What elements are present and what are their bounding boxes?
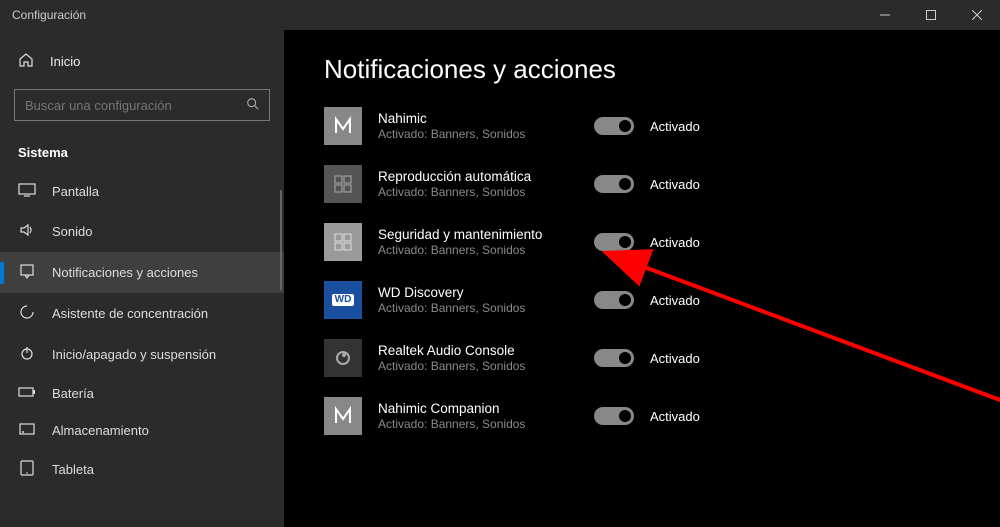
sidebar-item-asistente[interactable]: Asistente de concentración (0, 293, 284, 334)
app-name: Realtek Audio Console (378, 343, 578, 358)
sidebar-item-label: Inicio/apagado y suspensión (52, 347, 216, 362)
toggle-realtek[interactable] (594, 349, 634, 367)
app-status: Activado: Banners, Sonidos (378, 301, 578, 315)
sidebar-item-label: Notificaciones y acciones (52, 265, 198, 280)
app-row-reproduccion[interactable]: Reproducción automática Activado: Banner… (324, 165, 1000, 203)
search-icon (246, 97, 260, 114)
sidebar-item-almacenamiento[interactable]: Almacenamiento (0, 412, 284, 449)
main-content: Notificaciones y acciones Nahimic Activa… (284, 30, 1000, 527)
app-icon-nahimic-companion (324, 397, 362, 435)
window-title: Configuración (12, 8, 86, 22)
app-icon-realtek (324, 339, 362, 377)
sidebar-item-bateria[interactable]: Batería (0, 375, 284, 412)
toggle-wd[interactable] (594, 291, 634, 309)
toggle-label: Activado (650, 177, 700, 192)
app-icon-security (324, 223, 362, 261)
toggle-nahimic-companion[interactable] (594, 407, 634, 425)
app-status: Activado: Banners, Sonidos (378, 185, 578, 199)
home-button[interactable]: Inicio (0, 42, 284, 89)
toggle-seguridad[interactable] (594, 233, 634, 251)
tablet-icon (18, 460, 36, 479)
close-button[interactable] (954, 0, 1000, 30)
app-name: Nahimic (378, 111, 578, 126)
app-list: Nahimic Activado: Banners, Sonidos Activ… (324, 107, 1000, 435)
section-label: Sistema (0, 139, 284, 172)
app-row-nahimic-companion[interactable]: Nahimic Companion Activado: Banners, Son… (324, 397, 1000, 435)
display-icon (18, 183, 36, 200)
sidebar-item-label: Almacenamiento (52, 423, 149, 438)
toggle-reproduccion[interactable] (594, 175, 634, 193)
sidebar-item-notificaciones[interactable]: Notificaciones y acciones (0, 252, 284, 293)
app-row-realtek[interactable]: Realtek Audio Console Activado: Banners,… (324, 339, 1000, 377)
app-status: Activado: Banners, Sonidos (378, 243, 578, 257)
app-row-seguridad[interactable]: Seguridad y mantenimiento Activado: Bann… (324, 223, 1000, 261)
search-box (14, 89, 270, 121)
app-status: Activado: Banners, Sonidos (378, 417, 578, 431)
nav-list: Pantalla Sonido Notificaciones y accione… (0, 172, 284, 527)
home-label: Inicio (50, 54, 80, 69)
search-input[interactable] (14, 89, 270, 121)
sidebar-item-sonido[interactable]: Sonido (0, 211, 284, 252)
sidebar-item-label: Tableta (52, 462, 94, 477)
sidebar-item-power[interactable]: Inicio/apagado y suspensión (0, 334, 284, 375)
app-row-wd[interactable]: WD WD Discovery Activado: Banners, Sonid… (324, 281, 1000, 319)
sidebar: Inicio Sistema Pantalla Sonido (0, 30, 284, 527)
maximize-button[interactable] (908, 0, 954, 30)
app-name: Reproducción automática (378, 169, 578, 184)
home-icon (18, 52, 34, 71)
notifications-icon (18, 263, 36, 282)
battery-icon (18, 386, 36, 401)
toggle-nahimic[interactable] (594, 117, 634, 135)
app-icon-wd: WD (324, 281, 362, 319)
sidebar-item-label: Batería (52, 386, 94, 401)
sidebar-item-pantalla[interactable]: Pantalla (0, 172, 284, 211)
sidebar-item-tableta[interactable]: Tableta (0, 449, 284, 490)
minimize-button[interactable] (862, 0, 908, 30)
app-name: WD Discovery (378, 285, 578, 300)
sidebar-item-label: Pantalla (52, 184, 99, 199)
app-status: Activado: Banners, Sonidos (378, 127, 578, 141)
toggle-label: Activado (650, 119, 700, 134)
settings-window: Configuración Inicio (0, 0, 1000, 527)
app-icon-nahimic (324, 107, 362, 145)
sidebar-item-label: Sonido (52, 224, 92, 239)
focus-icon (18, 304, 36, 323)
app-status: Activado: Banners, Sonidos (378, 359, 578, 373)
app-name: Nahimic Companion (378, 401, 578, 416)
app-icon-autoplay (324, 165, 362, 203)
sidebar-scrollbar[interactable] (280, 190, 282, 290)
toggle-label: Activado (650, 351, 700, 366)
toggle-label: Activado (650, 409, 700, 424)
titlebar: Configuración (0, 0, 1000, 30)
app-name: Seguridad y mantenimiento (378, 227, 578, 242)
sidebar-item-label: Asistente de concentración (52, 306, 208, 321)
app-row-nahimic[interactable]: Nahimic Activado: Banners, Sonidos Activ… (324, 107, 1000, 145)
page-title: Notificaciones y acciones (324, 54, 1000, 85)
toggle-label: Activado (650, 235, 700, 250)
sound-icon (18, 222, 36, 241)
storage-icon (18, 423, 36, 438)
body: Inicio Sistema Pantalla Sonido (0, 30, 1000, 527)
power-icon (18, 345, 36, 364)
toggle-label: Activado (650, 293, 700, 308)
